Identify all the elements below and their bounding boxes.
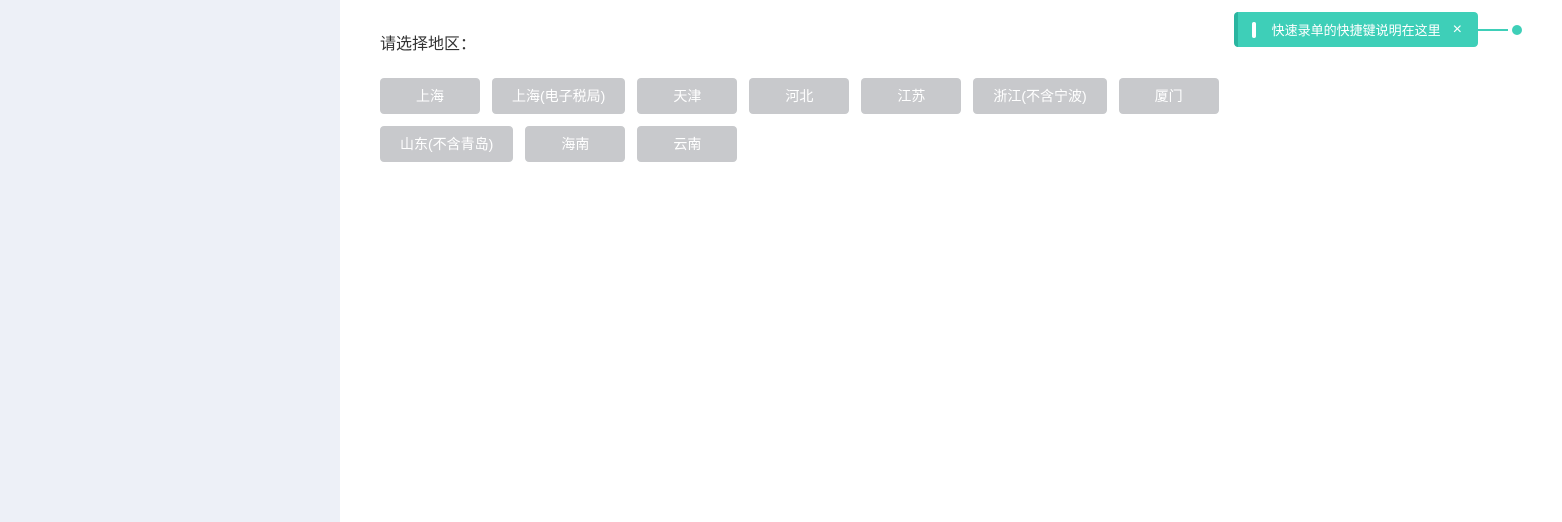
- tooltip-container: 快速录单的快捷键说明在这里 ×: [1234, 12, 1522, 47]
- main-content: 请选择地区： 上海 上海(电子税局) 天津 河北 江苏 浙江(不含宁波) 厦门 …: [340, 0, 1562, 522]
- tooltip-dot: [1512, 25, 1522, 35]
- region-btn-hainan[interactable]: 海南: [525, 126, 625, 162]
- region-btn-shanghai[interactable]: 上海: [380, 78, 480, 114]
- tooltip-bar: [1252, 22, 1256, 38]
- region-btn-shanghai-etax[interactable]: 上海(电子税局): [492, 78, 625, 114]
- region-btn-tianjin[interactable]: 天津: [637, 78, 737, 114]
- sidebar: [0, 0, 340, 522]
- region-btn-shandong[interactable]: 山东(不含青岛): [380, 126, 513, 162]
- region-buttons: 上海 上海(电子税局) 天津 河北 江苏 浙江(不含宁波) 厦门: [380, 78, 1522, 114]
- tooltip-box: 快速录单的快捷键说明在这里 ×: [1234, 12, 1478, 47]
- tooltip-line: [1478, 29, 1508, 31]
- region-btn-zhejiang[interactable]: 浙江(不含宁波): [973, 78, 1106, 114]
- region-btn-hebei[interactable]: 河北: [749, 78, 849, 114]
- tooltip-text: 快速录单的快捷键说明在这里: [1272, 20, 1441, 39]
- region-buttons-row2: 山东(不含青岛) 海南 云南: [380, 126, 1522, 162]
- region-btn-jiangsu[interactable]: 江苏: [861, 78, 961, 114]
- region-btn-xiamen[interactable]: 厦门: [1119, 78, 1219, 114]
- region-btn-yunnan[interactable]: 云南: [637, 126, 737, 162]
- tooltip-close-button[interactable]: ×: [1451, 22, 1464, 38]
